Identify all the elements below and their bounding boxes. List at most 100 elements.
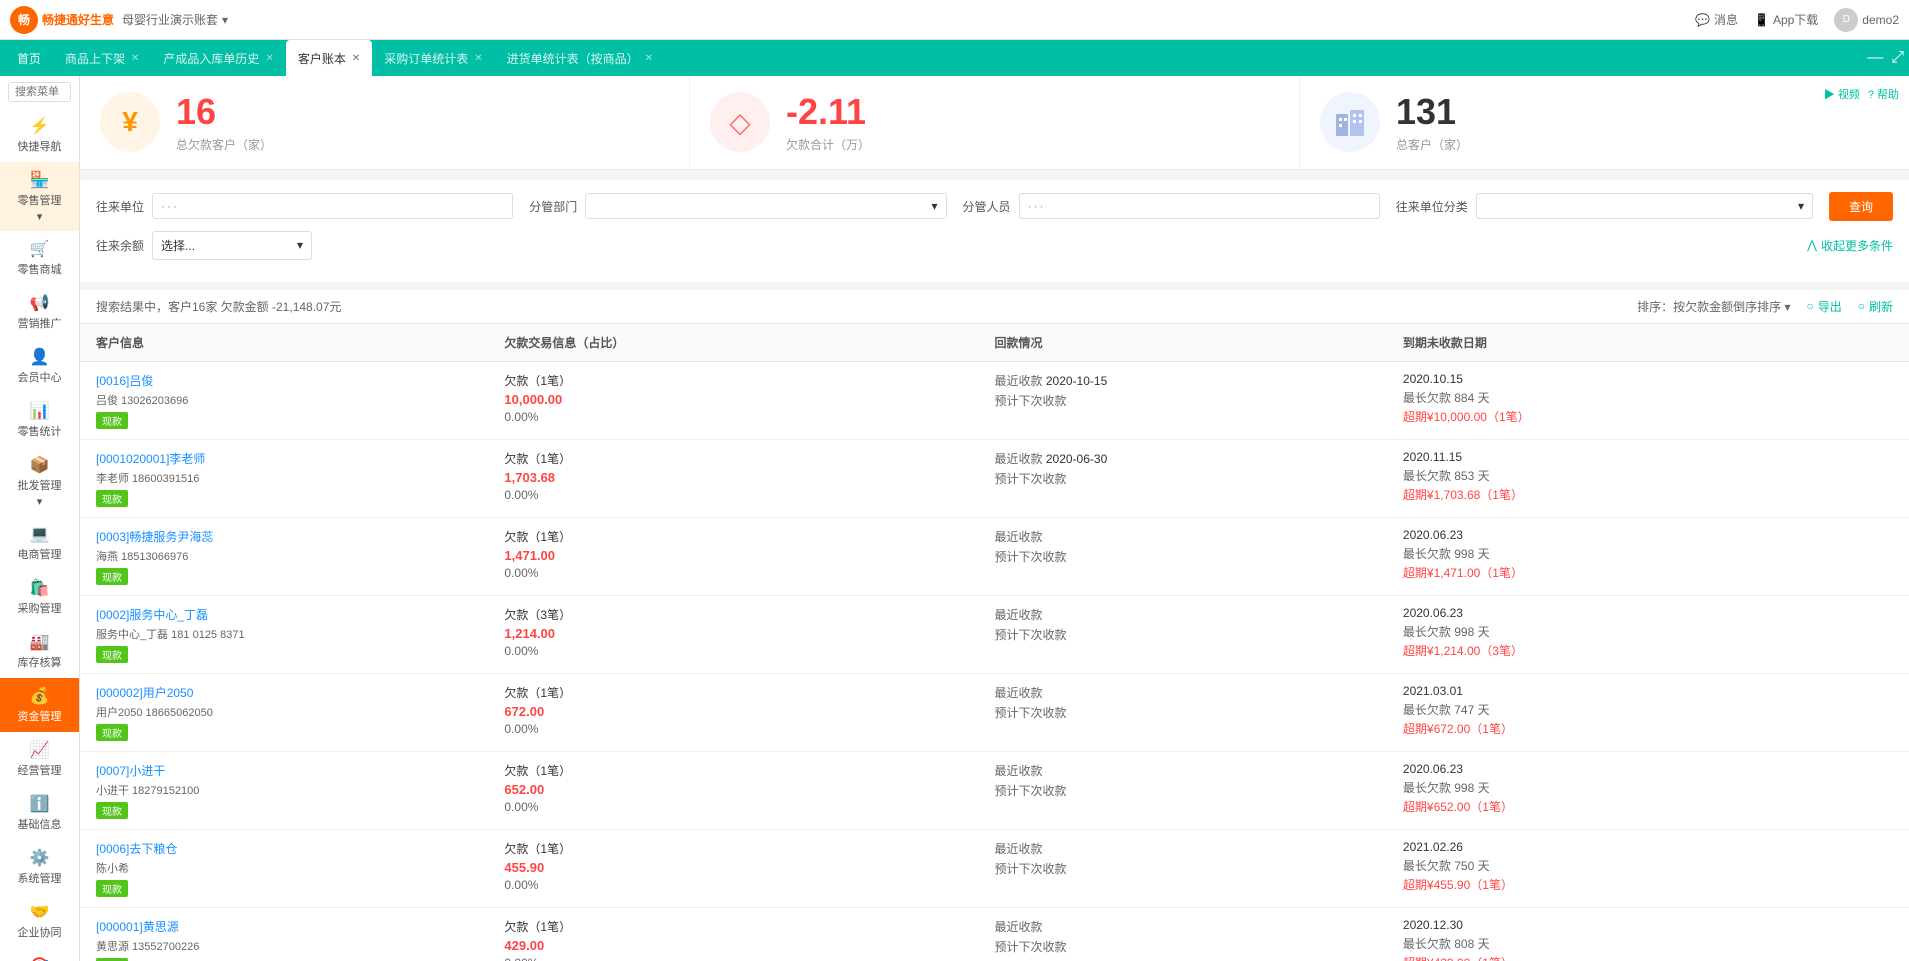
table-row: [0001020001]李老师 李老师 18600391516 现款 欠款（1笔… bbox=[80, 440, 1909, 518]
sort-dropdown-icon[interactable]: ▾ bbox=[1784, 300, 1790, 314]
overdue-link-6[interactable]: 超期¥455.90（1笔） bbox=[1403, 878, 1513, 892]
debt-amount-6[interactable]: 455.90 bbox=[504, 860, 994, 875]
tab-close-products[interactable]: ✕ bbox=[131, 53, 139, 64]
sidebar-item-purchase[interactable]: 🛍️ 采购管理 bbox=[0, 570, 79, 624]
logo-icon: 畅 bbox=[10, 6, 38, 34]
sidebar-item-basic-info[interactable]: ℹ️ 基础信息 bbox=[0, 786, 79, 840]
refresh-button[interactable]: ○ 刷新 bbox=[1858, 298, 1893, 315]
debt-amount-2[interactable]: 1,471.00 bbox=[504, 548, 994, 563]
dept-select[interactable]: ▾ bbox=[585, 193, 946, 219]
due-info-5: 2020.06.23 最长欠款 998 天 超期¥652.00（1笔） bbox=[1403, 762, 1893, 815]
stat-card-3: 131 总客户（家） ▶ 视频 ? 帮助 bbox=[1300, 76, 1909, 169]
client-name-5[interactable]: [0007]小进干 bbox=[96, 762, 504, 779]
client-name-0[interactable]: [0016]吕俊 bbox=[96, 372, 504, 389]
person-label: 分管人员 bbox=[963, 198, 1011, 215]
overdue-link-7[interactable]: 超期¥429.00（1笔） bbox=[1403, 956, 1513, 961]
stat-info-2: -2.11 欠款合计（万） bbox=[786, 92, 870, 153]
overdue-link-2[interactable]: 超期¥1,471.00（1笔） bbox=[1403, 566, 1523, 580]
overdue-link-3[interactable]: 超期¥1,214.00（3笔） bbox=[1403, 644, 1523, 658]
sidebar-item-enterprise[interactable]: 🤝 企业协同 bbox=[0, 894, 79, 948]
view-icon[interactable]: ▶ 视频 bbox=[1824, 86, 1860, 102]
debt-count-2: 欠款（1笔） bbox=[504, 528, 994, 545]
from-unit-input[interactable]: ··· bbox=[152, 193, 513, 219]
debt-amount-5[interactable]: 652.00 bbox=[504, 782, 994, 797]
help-icon[interactable]: ? 帮助 bbox=[1868, 86, 1899, 102]
tab-purchase-order[interactable]: 采购订单统计表 ✕ bbox=[372, 40, 494, 76]
due-date-0: 2020.10.15 bbox=[1403, 372, 1893, 386]
unit-category-select[interactable]: ▾ bbox=[1476, 193, 1813, 219]
collapse-button[interactable]: ⋀ 收起更多条件 bbox=[1807, 237, 1893, 254]
inventory-icon: 🏭 bbox=[30, 632, 50, 652]
client-name-3[interactable]: [0002]服务中心_丁磊 bbox=[96, 606, 504, 623]
window-maximize-icon[interactable]: ⤢ bbox=[1891, 49, 1904, 67]
client-info-5: [0007]小进干 小进干 18279152100 现款 bbox=[96, 762, 504, 819]
debt-count-0: 欠款（1笔） bbox=[504, 372, 994, 389]
client-name-7[interactable]: [000001]黄思源 bbox=[96, 918, 504, 935]
query-button[interactable]: 查询 bbox=[1829, 192, 1893, 221]
sidebar-item-member[interactable]: 👤 会员中心 bbox=[0, 339, 79, 393]
sidebar-item-business[interactable]: 📈 经营管理 bbox=[0, 732, 79, 786]
sidebar-item-retail-stats[interactable]: 📊 零售统计 bbox=[0, 393, 79, 447]
person-input[interactable]: ··· bbox=[1019, 193, 1380, 219]
sidebar-item-ecommerce[interactable]: 💻 电商管理 bbox=[0, 516, 79, 570]
sidebar-item-quick-nav[interactable]: ⚡ 快捷导航 bbox=[0, 108, 79, 162]
sidebar-item-marketing[interactable]: 📢 营销推广 bbox=[0, 285, 79, 339]
debt-amount-1[interactable]: 1,703.68 bbox=[504, 470, 994, 485]
results-summary: 搜索结果中，客户16家 欠款金额 -21,148.07元 bbox=[96, 298, 341, 315]
tab-close-production[interactable]: ✕ bbox=[265, 53, 273, 64]
stat-info-1: 16 总欠款客户（家） bbox=[176, 92, 272, 153]
tab-close-purchase-stats[interactable]: ✕ bbox=[645, 53, 653, 64]
tab-close-purchase-order[interactable]: ✕ bbox=[474, 53, 482, 64]
tab-close-account[interactable]: ✕ bbox=[352, 53, 360, 64]
client-name-2[interactable]: [0003]畅捷服务尹海蕊 bbox=[96, 528, 504, 545]
client-name-6[interactable]: [0006]去下粮仓 bbox=[96, 840, 504, 857]
search-menu-input[interactable] bbox=[8, 82, 71, 102]
finance-icon: 💰 bbox=[30, 686, 50, 706]
overdue-link-4[interactable]: 超期¥672.00（1笔） bbox=[1403, 722, 1513, 736]
next-return-3: 预计下次收款 bbox=[995, 626, 1403, 643]
return-row-2: 最近收款 bbox=[995, 528, 1403, 545]
overdue-link-5[interactable]: 超期¥652.00（1笔） bbox=[1403, 800, 1513, 814]
tab-production[interactable]: 产成品入库单历史 ✕ bbox=[151, 40, 285, 76]
debt-info-3: 欠款（3笔） 1,214.00 0.00% bbox=[504, 606, 994, 658]
tab-account[interactable]: 客户账本 ✕ bbox=[286, 40, 372, 76]
sidebar-item-retail-mgmt[interactable]: 🏪 零售管理 ▾ bbox=[0, 162, 79, 231]
due-days-0: 最长欠款 884 天 bbox=[1403, 389, 1893, 406]
next-return-4: 预计下次收款 bbox=[995, 704, 1403, 721]
balance-select[interactable]: 选择... ▾ bbox=[152, 231, 312, 260]
sidebar-item-new-guide[interactable]: 🎯 新手引导 bbox=[0, 948, 79, 961]
client-name-1[interactable]: [0001020001]李老师 bbox=[96, 450, 504, 467]
window-minimize-icon[interactable]: — bbox=[1867, 49, 1883, 67]
message-button[interactable]: 💬 消息 bbox=[1695, 11, 1738, 28]
debt-info-2: 欠款（1笔） 1,471.00 0.00% bbox=[504, 528, 994, 580]
return-info-5: 最近收款 预计下次收款 bbox=[995, 762, 1403, 799]
table-row: [000002]用户2050 用户2050 18665062050 现款 欠款（… bbox=[80, 674, 1909, 752]
due-info-3: 2020.06.23 最长欠款 998 天 超期¥1,214.00（3笔） bbox=[1403, 606, 1893, 659]
tab-products[interactable]: 商品上下架 ✕ bbox=[53, 40, 151, 76]
due-days-4: 最长欠款 747 天 bbox=[1403, 701, 1893, 718]
client-name-4[interactable]: [000002]用户2050 bbox=[96, 684, 504, 701]
debt-amount-7[interactable]: 429.00 bbox=[504, 938, 994, 953]
industry-selector[interactable]: 母婴行业演示账套 ▾ bbox=[122, 11, 228, 28]
filter-unit-category: 往来单位分类 ▾ bbox=[1396, 193, 1813, 219]
debt-amount-0[interactable]: 10,000.00 bbox=[504, 392, 994, 407]
debt-percent-6: 0.00% bbox=[504, 878, 994, 892]
next-return-6: 预计下次收款 bbox=[995, 860, 1403, 877]
sidebar-item-batch-mgmt[interactable]: 📦 批发管理 ▾ bbox=[0, 447, 79, 516]
tab-home[interactable]: 首页 bbox=[5, 40, 53, 76]
next-return-7: 预计下次收款 bbox=[995, 938, 1403, 955]
overdue-link-0[interactable]: 超期¥10,000.00（1笔） bbox=[1403, 410, 1530, 424]
debt-amount-3[interactable]: 1,214.00 bbox=[504, 626, 994, 641]
user-menu[interactable]: D demo2 bbox=[1834, 8, 1899, 32]
app-download-button[interactable]: 📱 App下载 bbox=[1754, 11, 1818, 28]
overdue-link-1[interactable]: 超期¥1,703.68（1笔） bbox=[1403, 488, 1523, 502]
sidebar-item-retail-mall[interactable]: 🛒 零售商城 bbox=[0, 231, 79, 285]
tab-purchase-stats[interactable]: 进货单统计表（按商品） ✕ bbox=[495, 40, 665, 76]
due-days-6: 最长欠款 750 天 bbox=[1403, 857, 1893, 874]
export-button[interactable]: ○ 导出 bbox=[1806, 298, 1841, 315]
sidebar-item-finance[interactable]: 💰 资金管理 bbox=[0, 678, 79, 732]
sidebar-item-system[interactable]: ⚙️ 系统管理 bbox=[0, 840, 79, 894]
due-info-7: 2020.12.30 最长欠款 808 天 超期¥429.00（1笔） bbox=[1403, 918, 1893, 961]
debt-amount-4[interactable]: 672.00 bbox=[504, 704, 994, 719]
sidebar-item-inventory[interactable]: 🏭 库存核算 bbox=[0, 624, 79, 678]
